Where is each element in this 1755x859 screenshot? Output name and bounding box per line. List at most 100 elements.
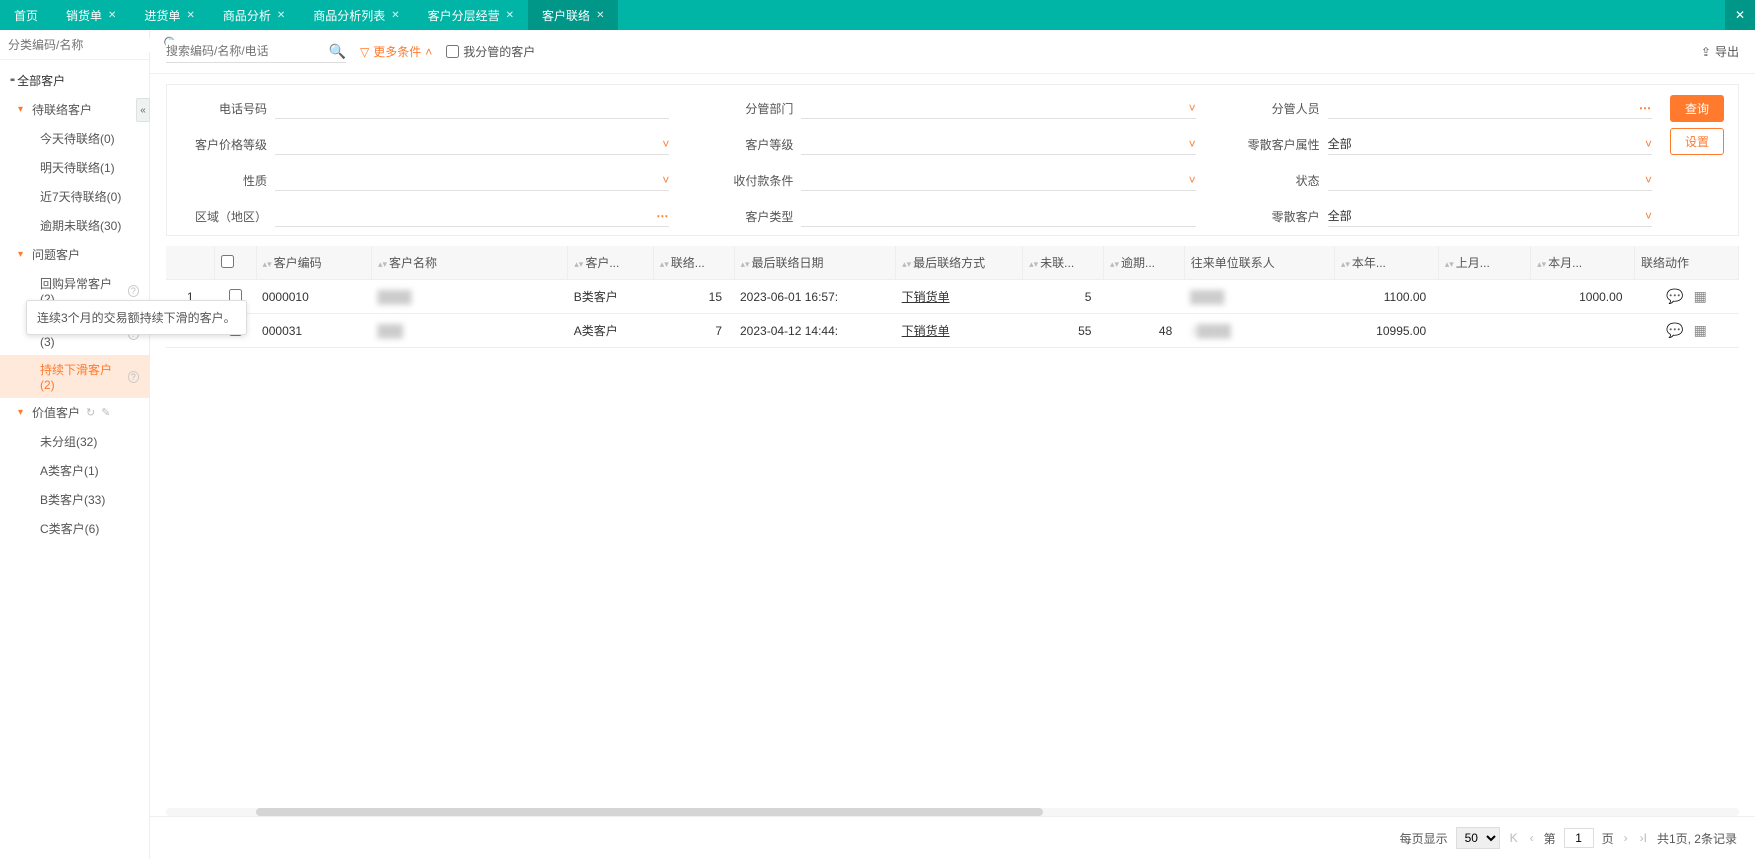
customer-name: ████ [378, 290, 412, 304]
filter-payment-terms: 收付款条件˅ [709, 169, 1195, 191]
col-this-year[interactable]: ▴▾本年... [1334, 246, 1438, 280]
tab-sales-order[interactable]: 销货单✕ [52, 0, 130, 30]
chevron-down-icon: ˅ [1189, 173, 1196, 187]
col-contact-person[interactable]: 往来单位联系人 [1184, 246, 1334, 280]
customer-name: ███ [378, 324, 404, 338]
filter-price-level: 客户价格等级˅ [183, 133, 669, 155]
chevron-down-icon: ˅ [662, 137, 669, 151]
last-method-link[interactable]: 下销货单 [902, 324, 950, 338]
sidebar-tree: ▪▪ 全部客户 ▾待联络客户 今天待联络(0) 明天待联络(1) 近7天待联络(… [0, 60, 149, 859]
col-customer-level[interactable]: ▴▾客户... [568, 246, 653, 280]
chevron-down-icon: ˅ [1645, 173, 1652, 187]
tree-item[interactable]: 未分组(32) [0, 427, 149, 456]
close-icon[interactable]: ✕ [391, 10, 399, 21]
main-content: 🔍 ▽ 更多条件 ˄ 我分管的客户 ⇪ 导出 电话号码 分管部门˅ 分管人员⋯ [150, 30, 1755, 859]
sort-icon: ▴▾ [902, 261, 911, 267]
sort-icon: ▴▾ [1110, 261, 1119, 267]
export-button[interactable]: ⇪ 导出 [1701, 43, 1739, 60]
tree-item[interactable]: 今天待联络(0) [0, 124, 149, 153]
query-button[interactable]: 查询 [1670, 95, 1724, 122]
tab-home[interactable]: 首页 [0, 0, 52, 30]
page-size-select[interactable]: 50 [1456, 827, 1500, 849]
caret-down-icon: ▾ [18, 407, 28, 418]
tab-customer-layering[interactable]: 客户分层经营✕ [414, 0, 528, 30]
tab-customer-contact[interactable]: 客户联络✕ [528, 0, 618, 30]
tab-product-analysis[interactable]: 商品分析✕ [209, 0, 299, 30]
tree-item-declining-customers[interactable]: 持续下滑客户(2)? [0, 355, 149, 398]
filter-icon: ▽ [360, 45, 369, 59]
tree-item[interactable]: C类客户(6) [0, 514, 149, 543]
filter-manager: 分管人员⋯ [1236, 97, 1722, 119]
select-all-checkbox[interactable] [221, 255, 234, 268]
chevron-down-icon: ˅ [1645, 137, 1652, 151]
filter-status: 状态˅ [1236, 169, 1722, 191]
wechat-icon[interactable]: 💬 [1666, 322, 1683, 339]
tab-product-analysis-list[interactable]: 商品分析列表✕ [299, 0, 413, 30]
close-icon[interactable]: ✕ [596, 10, 604, 21]
tree-item[interactable]: B类客户(33) [0, 485, 149, 514]
main-search-input[interactable] [166, 40, 329, 62]
edit-icon[interactable]: ✎ [101, 406, 110, 419]
tree-item[interactable]: 明天待联络(1) [0, 153, 149, 182]
checkbox[interactable] [446, 45, 459, 58]
filter-scatter-attr: 零散客户属性全部˅ [1236, 133, 1722, 155]
help-icon[interactable]: ? [128, 371, 139, 383]
tree-item[interactable]: A类客户(1) [0, 456, 149, 485]
sort-icon: ▴▾ [574, 261, 583, 267]
qr-icon[interactable]: ▦ [1694, 288, 1707, 305]
close-icon[interactable]: ✕ [186, 10, 194, 21]
table-row[interactable]: 2 000031 ███ A类客户 7 2023-04-12 14:44: 下销… [166, 314, 1739, 348]
tree-item[interactable]: 近7天待联络(0) [0, 182, 149, 211]
tree-group-value-customers[interactable]: ▾价值客户↻✎ [0, 398, 149, 427]
tree-root-all-customers[interactable]: ▪▪ 全部客户 [0, 66, 149, 95]
sort-icon: ▴▾ [660, 261, 669, 267]
contact-person: 1████ [1190, 324, 1231, 338]
col-customer-code[interactable]: ▴▾客户编码 [256, 246, 371, 280]
table-row[interactable]: 1 0000010 ████ B类客户 15 2023-06-01 16:57:… [166, 280, 1739, 314]
col-last-contact-method[interactable]: ▴▾最后联络方式 [896, 246, 1023, 280]
sidebar-search-input[interactable] [8, 38, 163, 52]
col-customer-name[interactable]: ▴▾客户名称 [372, 246, 568, 280]
col-last-contact-date[interactable]: ▴▾最后联络日期 [734, 246, 896, 280]
tab-bar: 首页 销货单✕ 进货单✕ 商品分析✕ 商品分析列表✕ 客户分层经营✕ 客户联络✕… [0, 0, 1755, 30]
tree-item[interactable]: 逾期未联络(30) [0, 211, 149, 240]
help-icon[interactable]: ? [128, 285, 139, 297]
refresh-icon[interactable]: ↻ [86, 406, 95, 419]
tree-group-problem-customers[interactable]: ▾问题客户 [0, 240, 149, 269]
col-contact[interactable]: ▴▾联络... [653, 246, 734, 280]
first-page[interactable]: K [1508, 831, 1520, 845]
col-index[interactable] [166, 246, 214, 280]
last-page[interactable]: ›I [1638, 831, 1649, 845]
search-icon[interactable]: 🔍 [329, 43, 346, 60]
close-icon[interactable]: ✕ [506, 10, 514, 21]
last-method-link[interactable]: 下销货单 [902, 290, 950, 304]
col-checkbox[interactable] [214, 246, 256, 280]
prev-page[interactable]: ‹ [1528, 831, 1536, 845]
tab-purchase-order[interactable]: 进货单✕ [130, 0, 208, 30]
close-icon[interactable]: ✕ [108, 10, 116, 21]
sort-icon: ▴▾ [1445, 261, 1454, 267]
more-conditions-toggle[interactable]: ▽ 更多条件 ˄ [360, 43, 432, 60]
next-page[interactable]: › [1622, 831, 1630, 845]
close-icon[interactable]: ✕ [277, 10, 285, 21]
tree-group-pending-contact[interactable]: ▾待联络客户 [0, 95, 149, 124]
settings-button[interactable]: 设置 [1670, 128, 1724, 155]
col-this-month[interactable]: ▴▾本月... [1531, 246, 1635, 280]
caret-down-icon: ▾ [18, 104, 28, 115]
pagination: 每页显示 50 K ‹ 第 页 › ›I 共1页, 2条记录 [150, 816, 1755, 859]
my-customers-checkbox[interactable]: 我分管的客户 [446, 43, 535, 60]
more-icon[interactable]: ⋯ [1639, 101, 1652, 115]
sidebar-collapse[interactable]: « [136, 98, 150, 122]
wechat-icon[interactable]: 💬 [1666, 288, 1683, 305]
col-last-month[interactable]: ▴▾上月... [1438, 246, 1530, 280]
qr-icon[interactable]: ▦ [1694, 322, 1707, 339]
more-icon[interactable]: ⋯ [656, 209, 669, 223]
col-overdue[interactable]: ▴▾逾期... [1103, 246, 1184, 280]
scrollbar-thumb[interactable] [256, 808, 1043, 816]
sort-icon: ▴▾ [1341, 261, 1350, 267]
close-all-tabs[interactable]: ✕ [1725, 0, 1755, 30]
page-input[interactable] [1564, 828, 1594, 848]
col-uncontacted[interactable]: ▴▾未联... [1023, 246, 1104, 280]
horizontal-scrollbar[interactable] [166, 808, 1739, 816]
filter-customer-type: 客户类型 [709, 205, 1195, 227]
